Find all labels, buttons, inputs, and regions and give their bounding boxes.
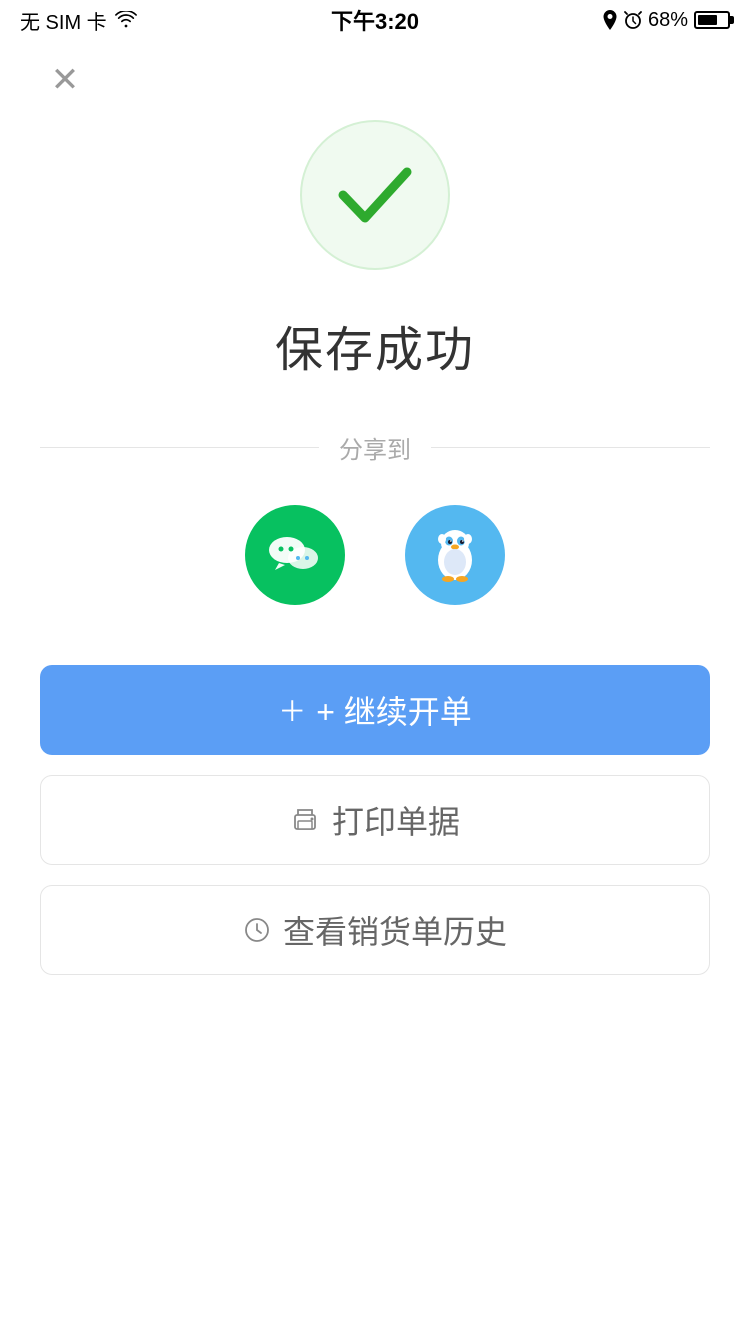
main-content: 保存成功 分享到 [0,40,750,1334]
battery-icon [694,11,730,29]
print-button[interactable]: 打印单据 [40,775,710,865]
status-left: 无 SIM 卡 [20,6,137,35]
qq-share-button[interactable] [405,505,505,605]
wifi-icon [115,11,137,29]
share-section: 分享到 [40,430,710,605]
action-buttons: ＋ + 继续开单 打印单据 查看销货单历史 [40,665,710,975]
carrier-text: 无 SIM 卡 [20,6,107,35]
history-icon [243,916,271,944]
status-bar: 无 SIM 卡 下午3:20 68% [0,0,750,40]
battery-percent: 68% [648,9,688,32]
success-circle [300,120,450,270]
continue-button[interactable]: ＋ + 继续开单 [40,665,710,755]
print-label: 打印单据 [332,797,460,843]
share-label: 分享到 [339,430,411,465]
divider-right [431,447,710,448]
status-right: 68% [602,9,730,32]
continue-label: + 继续开单 [316,687,472,733]
status-time: 下午3:20 [331,4,419,36]
checkmark-icon [335,160,415,230]
history-label: 查看销货单历史 [283,907,507,953]
divider-left [40,447,319,448]
plus-icon: ＋ [278,690,306,730]
printer-icon [290,806,320,834]
share-divider: 分享到 [40,430,710,465]
close-icon: ✕ [51,63,80,97]
location-icon [602,10,618,30]
history-button[interactable]: 查看销货单历史 [40,885,710,975]
success-title: 保存成功 [275,310,475,380]
qq-icon [426,525,484,585]
wechat-icon [265,530,325,580]
close-button[interactable]: ✕ [40,55,90,105]
alarm-icon [624,10,642,30]
share-icons [245,505,505,605]
wechat-share-button[interactable] [245,505,345,605]
